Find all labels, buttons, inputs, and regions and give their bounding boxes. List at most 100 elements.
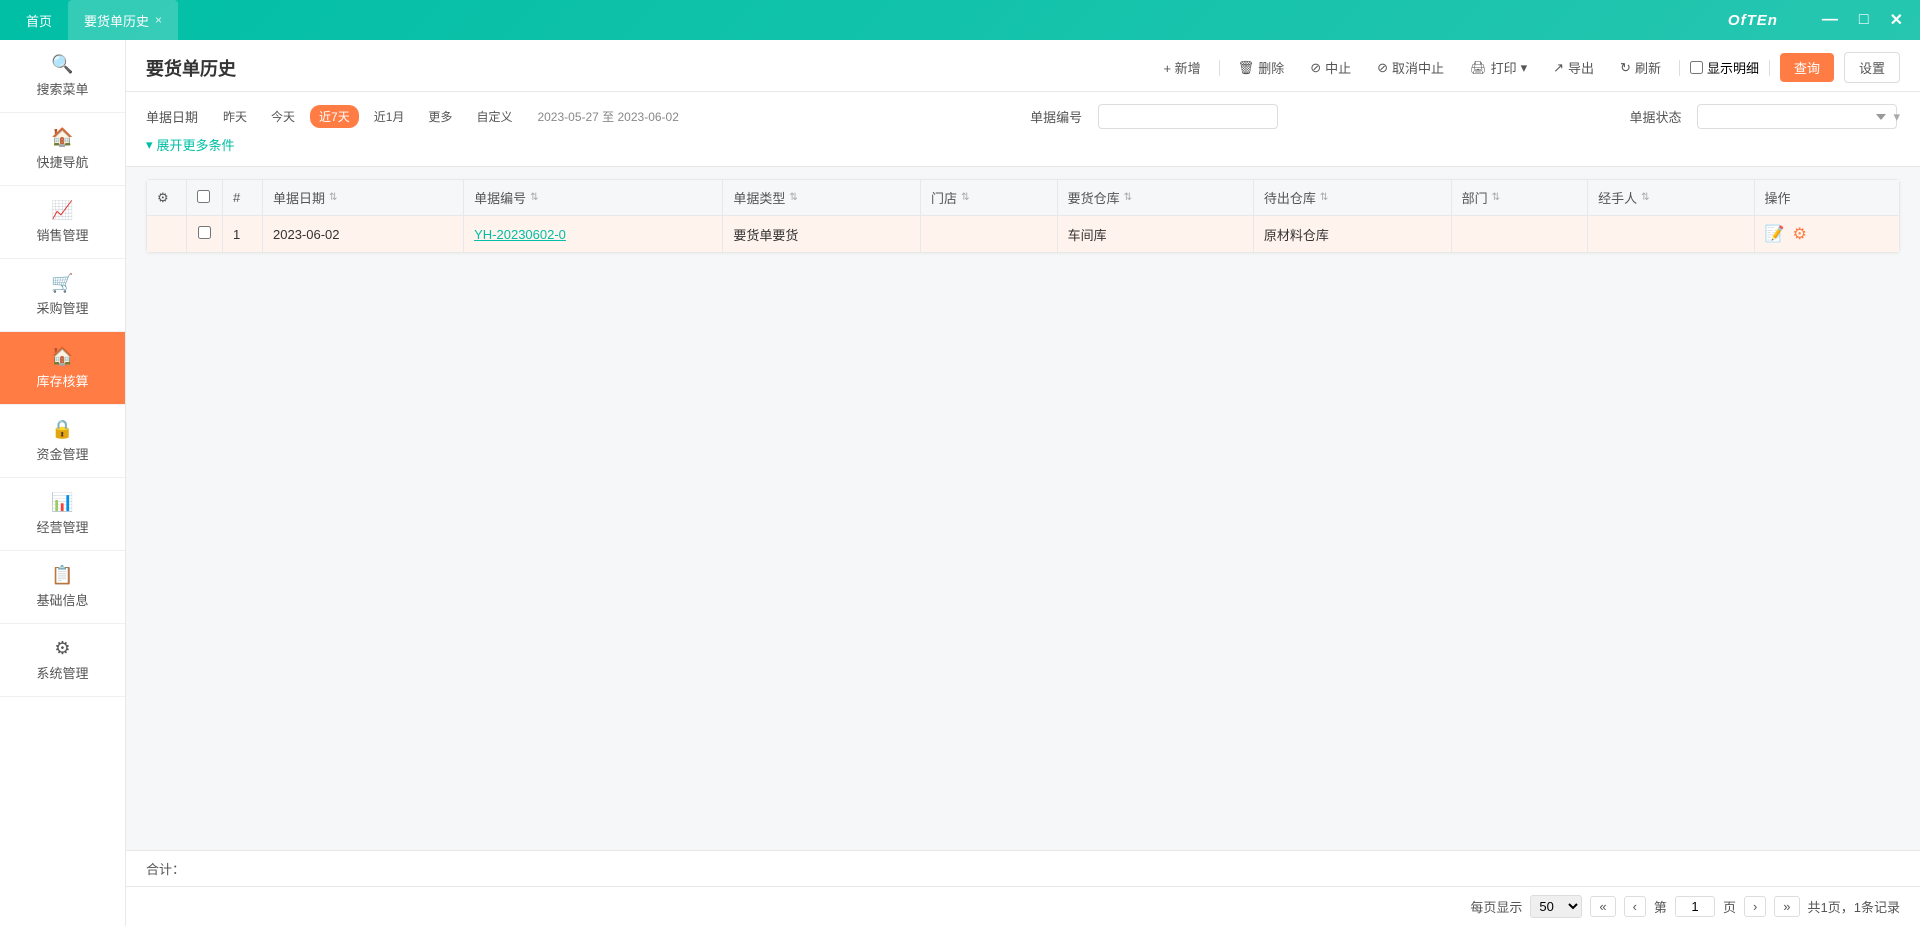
row-handler: [1588, 216, 1754, 253]
row-more-icon[interactable]: ⚙: [1792, 224, 1806, 244]
top-bar: 首页 要货单历史 × OfTEn — □ ✕: [0, 0, 1920, 40]
status-select[interactable]: [1697, 104, 1897, 129]
tab-active[interactable]: 要货单历史 ×: [68, 0, 178, 40]
sidebar-item-quick-nav[interactable]: 🏠 快捷导航: [0, 113, 125, 186]
sidebar-item-base-info[interactable]: 📋 基础信息: [0, 551, 125, 624]
sidebar-item-finance-mgmt[interactable]: 🔒 资金管理: [0, 405, 125, 478]
date-range-display: 2023-05-27 至 2023-06-02: [537, 108, 678, 125]
query-button[interactable]: 查询: [1780, 53, 1834, 82]
row-order-type: 要货单要货: [723, 216, 921, 253]
status-label: 单据状态: [1629, 107, 1681, 126]
cancel-stop-button[interactable]: ⊘ 取消中止: [1369, 54, 1452, 81]
export-button[interactable]: ↗ 导出: [1545, 54, 1602, 81]
row-store: [921, 216, 1058, 253]
date-btn-last1month[interactable]: 近1月: [365, 105, 414, 128]
date-filter-label: 单据日期: [146, 107, 198, 126]
row-checkbox-cell[interactable]: [187, 216, 223, 253]
date-btn-more[interactable]: 更多: [419, 105, 461, 128]
delete-button[interactable]: 🗑 删除: [1230, 54, 1293, 81]
th-department[interactable]: 部门⇅: [1451, 180, 1588, 216]
date-options: 昨天 今天 近7天 近1月 更多 自定义: [214, 105, 521, 128]
cancel-stop-icon: ⊘: [1377, 60, 1388, 76]
sales-icon: 📈: [51, 200, 73, 221]
content-area: 要货单历史 + 新增 🗑 删除 ⊘ 中止 ⊘ 取消中止 🖨 打: [126, 40, 1920, 926]
row-department: [1451, 216, 1588, 253]
window-minimize[interactable]: —: [1816, 11, 1845, 29]
per-page-label: 每页显示: [1470, 897, 1522, 916]
window-close[interactable]: ✕: [1884, 10, 1910, 30]
filter-area: 单据日期 昨天 今天 近7天 近1月 更多 自定义 2023-05-27 至 2…: [126, 92, 1920, 167]
date-btn-yesterday[interactable]: 昨天: [214, 105, 256, 128]
th-order-no[interactable]: 单据编号⇅: [464, 180, 723, 216]
last-page-button[interactable]: »: [1774, 896, 1799, 917]
th-settings[interactable]: ⚙: [147, 180, 187, 216]
th-num: #: [223, 180, 263, 216]
date-btn-today[interactable]: 今天: [262, 105, 304, 128]
tab-close-button[interactable]: ×: [155, 13, 162, 27]
row-edit-icon[interactable]: 📝: [1765, 224, 1785, 244]
th-handler[interactable]: 经手人⇅: [1588, 180, 1754, 216]
show-detail-checkbox-label[interactable]: 显示明细: [1690, 58, 1759, 77]
sidebar-item-purchase-mgmt[interactable]: 🛒 采购管理: [0, 259, 125, 332]
brand-label: OfTEn: [1728, 12, 1778, 29]
order-no-input[interactable]: [1098, 104, 1278, 129]
row-num: 1: [223, 216, 263, 253]
tab-home[interactable]: 首页: [10, 0, 68, 40]
th-req-warehouse[interactable]: 要货仓库⇅: [1057, 180, 1253, 216]
pagination-bar: 每页显示 50 10 20 100 « ‹ 第 页 › » 共1页，1条记录: [126, 886, 1920, 926]
divider-1: [1219, 60, 1220, 76]
summary-bar: 合计：: [126, 850, 1920, 886]
main-layout: 🔍 搜索菜单 🏠 快捷导航 📈 销售管理 🛒 采购管理 🏠 库存核算 🔒 资金管…: [0, 40, 1920, 926]
expand-more-button[interactable]: ▾ 展开更多条件: [146, 135, 1900, 154]
th-checkbox: [187, 180, 223, 216]
page-unit-label: 页: [1723, 897, 1736, 916]
date-btn-custom[interactable]: 自定义: [467, 105, 521, 128]
settings-button[interactable]: 设置: [1844, 52, 1900, 83]
filter-row-1: 单据日期 昨天 今天 近7天 近1月 更多 自定义 2023-05-27 至 2…: [146, 104, 1900, 129]
row-settings-cell: [147, 216, 187, 253]
print-button[interactable]: 🖨 打印 ▾: [1462, 54, 1535, 81]
inventory-icon: 🏠: [51, 346, 73, 367]
th-date[interactable]: 单据日期⇅: [263, 180, 464, 216]
sidebar-item-sales-mgmt[interactable]: 📈 销售管理: [0, 186, 125, 259]
brand-area: OfTEn — □ ✕: [1728, 10, 1910, 30]
th-action: 操作: [1754, 180, 1899, 216]
page-number-input[interactable]: [1675, 896, 1715, 917]
stop-button[interactable]: ⊘ 中止: [1302, 54, 1359, 81]
window-maximize[interactable]: □: [1853, 11, 1876, 29]
per-page-select[interactable]: 50 10 20 100: [1530, 895, 1582, 918]
divider-2: [1679, 60, 1680, 76]
sys-icon: ⚙: [54, 638, 70, 659]
sidebar-item-sys-mgmt[interactable]: ⚙ 系统管理: [0, 624, 125, 697]
show-detail-checkbox[interactable]: [1690, 61, 1703, 74]
summary-label: 合计：: [146, 862, 185, 877]
toolbar: + 新增 🗑 删除 ⊘ 中止 ⊘ 取消中止 🖨 打印 ▾: [1155, 52, 1900, 83]
total-info: 共1页，1条记录: [1808, 897, 1900, 916]
sidebar-item-search-menu[interactable]: 🔍 搜索菜单: [0, 40, 125, 113]
sidebar-item-ops-mgmt[interactable]: 📊 经营管理: [0, 478, 125, 551]
first-page-button[interactable]: «: [1590, 896, 1615, 917]
th-wait-warehouse[interactable]: 待出仓库⇅: [1253, 180, 1451, 216]
add-button[interactable]: + 新增: [1155, 54, 1208, 81]
page-header: 要货单历史 + 新增 🗑 删除 ⊘ 中止 ⊘ 取消中止 🖨 打: [126, 40, 1920, 92]
select-all-checkbox[interactable]: [197, 190, 210, 203]
sidebar: 🔍 搜索菜单 🏠 快捷导航 📈 销售管理 🛒 采购管理 🏠 库存核算 🔒 资金管…: [0, 40, 126, 926]
sort-dept-icon: ⇅: [1492, 192, 1500, 203]
finance-icon: 🔒: [51, 419, 73, 440]
row-order-no[interactable]: YH-20230602-0: [464, 216, 723, 253]
sort-orderno-icon: ⇅: [530, 192, 538, 203]
next-page-button[interactable]: ›: [1744, 896, 1766, 917]
expand-icon: ▾: [146, 137, 153, 153]
sidebar-item-inventory[interactable]: 🏠 库存核算: [0, 332, 125, 405]
th-store[interactable]: 门店⇅: [921, 180, 1058, 216]
page-title: 要货单历史: [146, 55, 1155, 81]
th-order-type[interactable]: 单据类型⇅: [723, 180, 921, 216]
refresh-button[interactable]: ↻ 刷新: [1612, 54, 1669, 81]
row-date: 2023-06-02: [263, 216, 464, 253]
date-btn-last7days[interactable]: 近7天: [310, 105, 359, 128]
sort-ordertype-icon: ⇅: [789, 192, 797, 203]
refresh-icon: ↻: [1620, 60, 1631, 76]
row-checkbox[interactable]: [198, 226, 211, 239]
prev-page-button[interactable]: ‹: [1624, 896, 1646, 917]
ops-icon: 📊: [51, 492, 73, 513]
